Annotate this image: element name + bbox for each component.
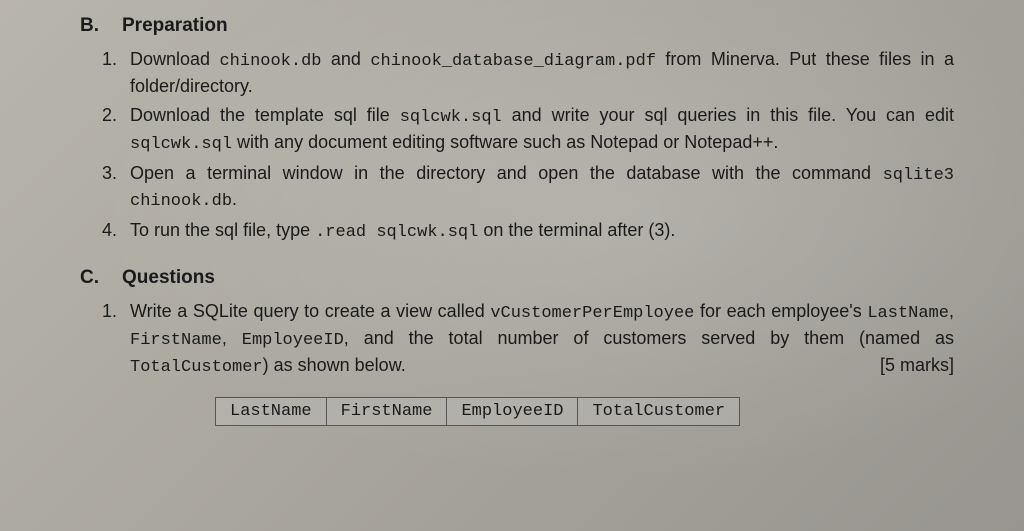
list-number: 3. xyxy=(102,161,130,215)
body-text: , and the total number of customers serv… xyxy=(344,328,954,348)
result-table: LastNameFirstNameEmployeeIDTotalCustomer xyxy=(215,397,740,426)
section-c-header: C. Questions xyxy=(80,267,954,289)
body-text: Download the template sql file xyxy=(130,105,400,125)
code-text: chinook.db xyxy=(219,52,321,71)
table-header-cell: TotalCustomer xyxy=(578,398,740,426)
body-text: on the terminal after (3). xyxy=(478,220,675,240)
body-text: Download xyxy=(130,49,219,69)
body-text: To run the sql file, type xyxy=(130,220,315,240)
code-text: TotalCustomer xyxy=(130,358,263,377)
section-c-letter: C. xyxy=(80,267,122,289)
body-text: ) as shown below. xyxy=(263,355,406,375)
code-text: chinook_database_diagram.pdf xyxy=(370,52,656,71)
table-container: LastNameFirstNameEmployeeIDTotalCustomer xyxy=(80,397,954,426)
list-content: Write a SQLite query to create a view ca… xyxy=(130,299,954,379)
questions-list: 1.Write a SQLite query to create a view … xyxy=(80,299,954,379)
code-text: .read sqlcwk.sql xyxy=(315,223,478,242)
section-c: C. Questions 1.Write a SQLite query to c… xyxy=(80,267,954,426)
list-number: 2. xyxy=(102,103,130,157)
body-text: and write your sql queries in this file.… xyxy=(502,105,954,125)
list-content: Download the template sql file sqlcwk.sq… xyxy=(130,103,954,157)
code-text: vCustomerPerEmployee xyxy=(490,304,694,323)
body-text: with any document editing software such … xyxy=(232,132,778,152)
code-text: sqlcwk.sql xyxy=(400,108,502,127)
body-text: , xyxy=(949,301,954,321)
list-content: Open a terminal window in the directory … xyxy=(130,161,954,215)
list-item: 2.Download the template sql file sqlcwk.… xyxy=(102,103,954,157)
code-text: EmployeeID xyxy=(242,331,344,350)
list-number: 1. xyxy=(102,299,130,379)
list-item: 3.Open a terminal window in the director… xyxy=(102,161,954,215)
body-text: for each employee's xyxy=(694,301,867,321)
body-text: . xyxy=(232,189,237,209)
table-header-cell: LastName xyxy=(216,398,327,426)
body-text: Open a terminal window in the directory … xyxy=(130,163,883,183)
list-content: To run the sql file, type .read sqlcwk.s… xyxy=(130,218,954,245)
section-b: B. Preparation 1.Download chinook.db and… xyxy=(80,15,954,245)
marks-label: [5 marks] xyxy=(880,353,954,378)
section-c-title: Questions xyxy=(122,267,215,289)
list-item: 1.Write a SQLite query to create a view … xyxy=(102,299,954,379)
body-text: , xyxy=(222,328,242,348)
code-text: sqlcwk.sql xyxy=(130,135,232,154)
section-b-title: Preparation xyxy=(122,15,228,37)
table-header-cell: EmployeeID xyxy=(447,398,578,426)
list-item: 4.To run the sql file, type .read sqlcwk… xyxy=(102,218,954,245)
list-content: Download chinook.db and chinook_database… xyxy=(130,47,954,99)
list-number: 4. xyxy=(102,218,130,245)
code-text: LastName xyxy=(867,304,949,323)
table-header-row: LastNameFirstNameEmployeeIDTotalCustomer xyxy=(216,398,740,426)
section-b-header: B. Preparation xyxy=(80,15,954,37)
body-text: and xyxy=(322,49,371,69)
preparation-list: 1.Download chinook.db and chinook_databa… xyxy=(80,47,954,245)
list-number: 1. xyxy=(102,47,130,99)
section-b-letter: B. xyxy=(80,15,122,37)
body-text: Write a SQLite query to create a view ca… xyxy=(130,301,490,321)
list-item: 1.Download chinook.db and chinook_databa… xyxy=(102,47,954,99)
table-header-cell: FirstName xyxy=(326,398,447,426)
code-text: FirstName xyxy=(130,331,222,350)
